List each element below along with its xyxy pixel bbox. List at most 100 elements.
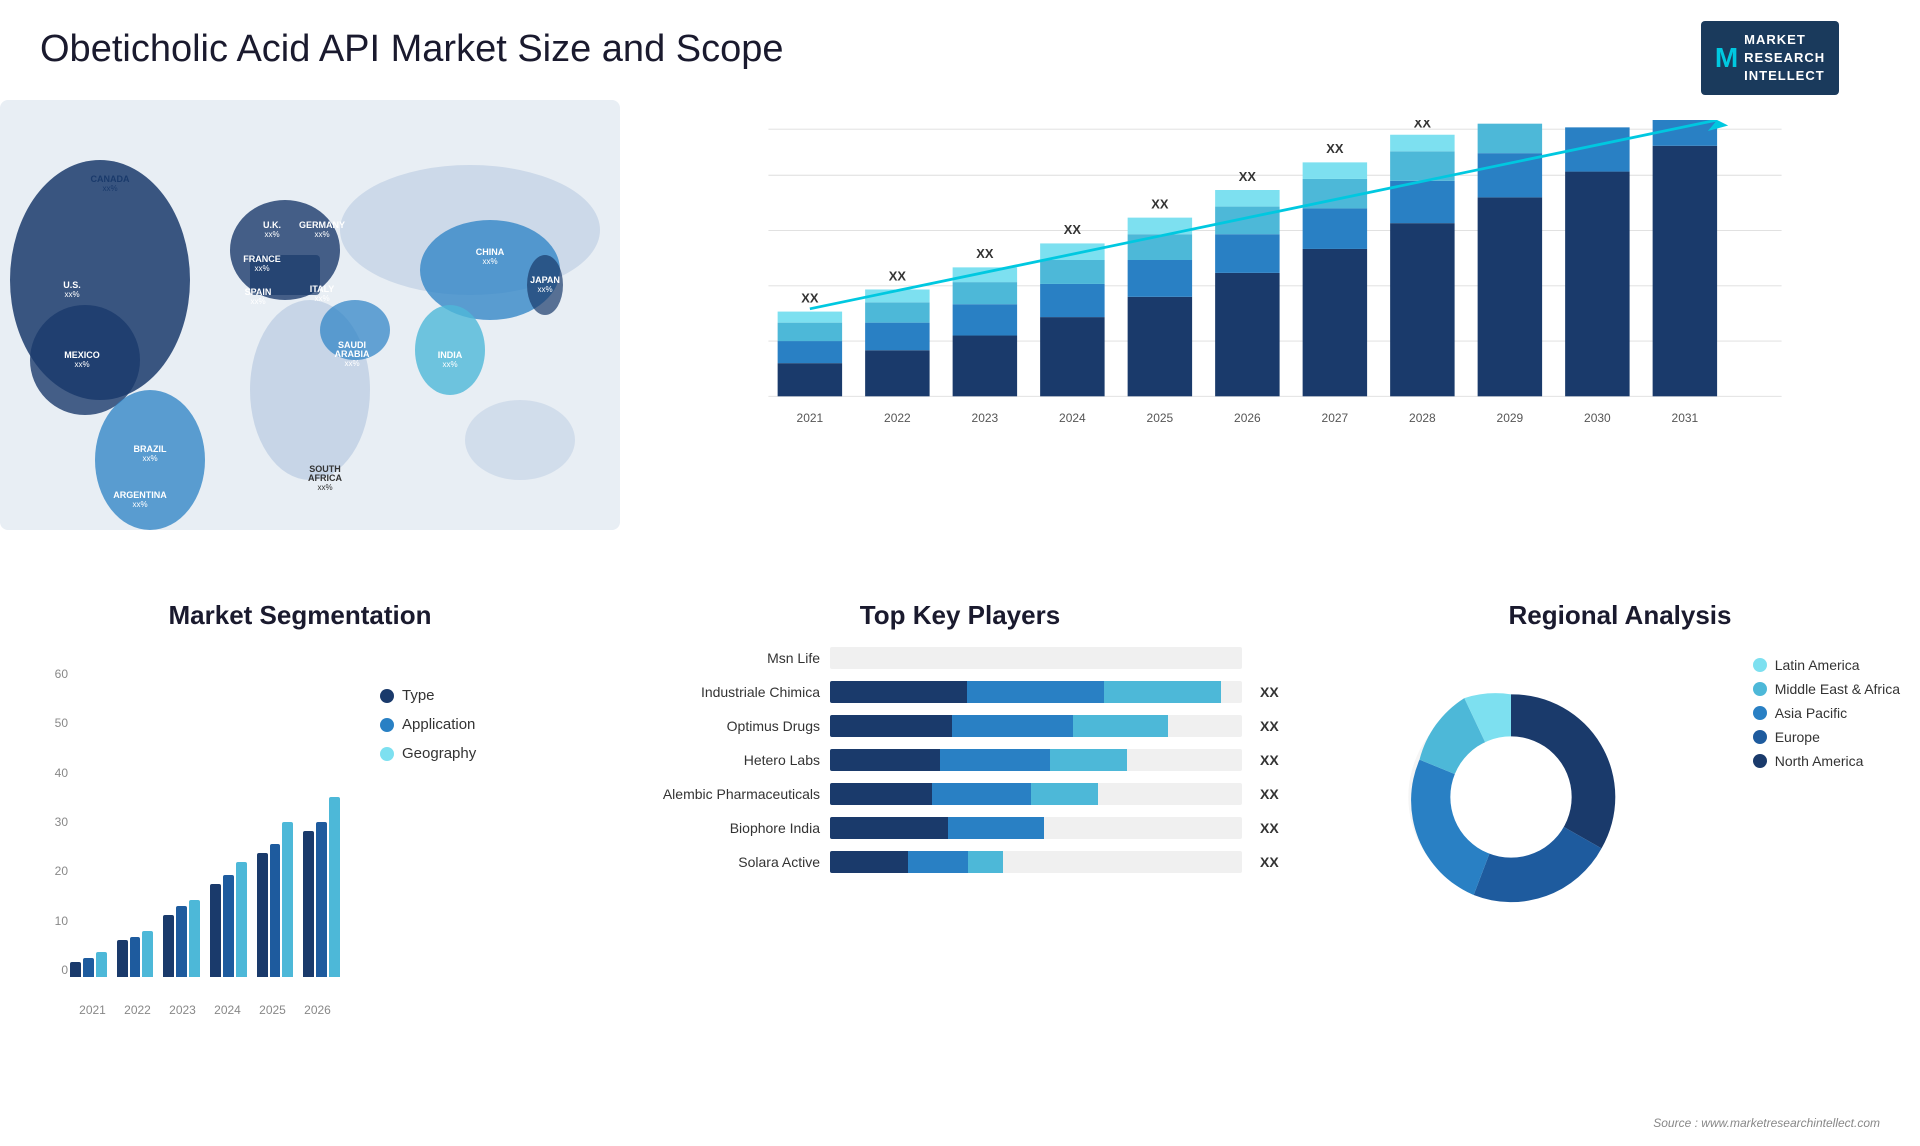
seg-y-labels: 60 50 40 30 20 10 0 <box>30 667 68 977</box>
svg-text:MEXICO: MEXICO <box>64 350 100 360</box>
player-xx-hetero: XX <box>1260 752 1290 768</box>
player-bar-optimus <box>830 715 1242 737</box>
growth-chart-svg: XX 2021 XX 2022 XX 2023 XX 2024 <box>700 120 1850 470</box>
legend-dot-type <box>380 689 394 703</box>
player-name-optimus: Optimus Drugs <box>630 718 820 734</box>
svg-text:XX: XX <box>1151 196 1169 211</box>
player-name-hetero: Hetero Labs <box>630 752 820 768</box>
bar-seg3 <box>1031 783 1098 805</box>
svg-text:FRANCE: FRANCE <box>243 254 281 264</box>
svg-text:xx%: xx% <box>314 230 329 239</box>
y-label-50: 50 <box>55 716 68 730</box>
svg-text:2026: 2026 <box>1234 411 1261 425</box>
key-players-section: Top Key Players Msn Life Industriale Chi… <box>610 600 1310 1120</box>
bar-seg2 <box>908 851 969 873</box>
map-svg: CANADA xx% U.S. xx% MEXICO xx% BRAZIL xx… <box>0 100 620 530</box>
svg-text:INDIA: INDIA <box>438 350 463 360</box>
segmentation-title: Market Segmentation <box>20 600 580 631</box>
seg-bar-area: 60 50 40 30 20 10 0 <box>30 657 350 1017</box>
player-bar-fill-hetero <box>830 749 1127 771</box>
svg-text:2024: 2024 <box>1059 411 1086 425</box>
map-section: CANADA xx% U.S. xx% MEXICO xx% BRAZIL xx… <box>0 100 620 580</box>
player-xx-biophore: XX <box>1260 820 1290 836</box>
svg-text:2023: 2023 <box>972 411 999 425</box>
player-name-alembic: Alembic Pharmaceuticals <box>630 786 820 802</box>
svg-text:ARABIA: ARABIA <box>335 349 370 359</box>
bar-seg1 <box>830 783 932 805</box>
legend-dot-north-america <box>1753 754 1767 768</box>
x-label-2024: 2024 <box>214 1003 241 1017</box>
y-label-60: 60 <box>55 667 68 681</box>
legend-dot-geography <box>380 747 394 761</box>
svg-text:xx%: xx% <box>132 500 147 509</box>
svg-text:xx%: xx% <box>250 297 265 306</box>
regional-chart-row: Latin America Middle East & Africa Asia … <box>1340 647 1900 967</box>
seg-bar-geo <box>96 952 107 977</box>
svg-text:xx%: xx% <box>64 290 79 299</box>
player-bar-alembic <box>830 783 1242 805</box>
bar-seg1 <box>830 681 967 703</box>
svg-text:U.S.: U.S. <box>63 280 81 290</box>
bar-seg3 <box>1073 715 1168 737</box>
regional-pie <box>1371 657 1671 957</box>
svg-text:2030: 2030 <box>1584 411 1611 425</box>
segmentation-chart: 60 50 40 30 20 10 0 <box>20 647 580 1027</box>
logo-letter: M <box>1715 38 1738 77</box>
svg-text:xx%: xx% <box>264 230 279 239</box>
svg-text:JAPAN: JAPAN <box>530 275 560 285</box>
seg-legend-application: Application <box>380 716 476 733</box>
legend-asia-pacific: Asia Pacific <box>1753 705 1900 721</box>
svg-text:2027: 2027 <box>1322 411 1349 425</box>
svg-text:2022: 2022 <box>884 411 911 425</box>
svg-text:U.K.: U.K. <box>263 220 281 230</box>
legend-label-application: Application <box>402 716 475 733</box>
player-row-biophore: Biophore India XX <box>630 817 1290 839</box>
regional-title: Regional Analysis <box>1340 600 1900 631</box>
y-label-40: 40 <box>55 766 68 780</box>
svg-text:xx%: xx% <box>314 294 329 303</box>
seg-bar-app <box>270 844 281 977</box>
svg-text:2028: 2028 <box>1409 411 1436 425</box>
svg-text:AFRICA: AFRICA <box>308 473 342 483</box>
svg-text:CHINA: CHINA <box>476 247 505 257</box>
seg-bar-type <box>257 853 268 977</box>
bar-seg3 <box>968 851 1003 873</box>
legend-dot-middle-east <box>1753 682 1767 696</box>
player-bar-industriale <box>830 681 1242 703</box>
bar-seg1 <box>830 715 952 737</box>
pie-legend: Latin America Middle East & Africa Asia … <box>1753 657 1900 769</box>
seg-bar-app <box>316 822 327 977</box>
player-bar-fill-optimus <box>830 715 1168 737</box>
player-row-solara: Solara Active XX <box>630 851 1290 873</box>
world-map: CANADA xx% U.S. xx% MEXICO xx% BRAZIL xx… <box>0 100 620 530</box>
y-label-20: 20 <box>55 864 68 878</box>
svg-text:xx%: xx% <box>74 360 89 369</box>
svg-text:2021: 2021 <box>797 411 824 425</box>
seg-bar-geo <box>236 862 247 977</box>
seg-bar-2026 <box>303 667 340 977</box>
player-row-industriale: Industriale Chimica XX <box>630 681 1290 703</box>
player-name-solara: Solara Active <box>630 854 820 870</box>
seg-bar-geo <box>282 822 293 977</box>
legend-label-geography: Geography <box>402 745 476 762</box>
x-label-2026: 2026 <box>304 1003 331 1017</box>
bar-seg1 <box>830 851 908 873</box>
player-bar-msn <box>830 647 1242 669</box>
x-label-2025: 2025 <box>259 1003 286 1017</box>
x-label-2022: 2022 <box>124 1003 151 1017</box>
legend-label-middle-east: Middle East & Africa <box>1775 681 1900 697</box>
svg-text:xx%: xx% <box>482 257 497 266</box>
bar-seg3 <box>1104 681 1221 703</box>
player-bar-fill-solara <box>830 851 1003 873</box>
regional-section: Regional Analysis <box>1340 600 1900 1120</box>
pie-svg <box>1371 657 1651 937</box>
svg-text:ITALY: ITALY <box>310 284 335 294</box>
svg-text:xx%: xx% <box>537 285 552 294</box>
source-text: Source : www.marketresearchintellect.com <box>1653 1116 1880 1130</box>
seg-bar-app <box>223 875 234 977</box>
player-name-msn: Msn Life <box>630 650 820 666</box>
bar-seg1 <box>830 749 940 771</box>
svg-text:xx%: xx% <box>142 454 157 463</box>
seg-legend-geography: Geography <box>380 745 476 762</box>
player-name-industriale: Industriale Chimica <box>630 684 820 700</box>
